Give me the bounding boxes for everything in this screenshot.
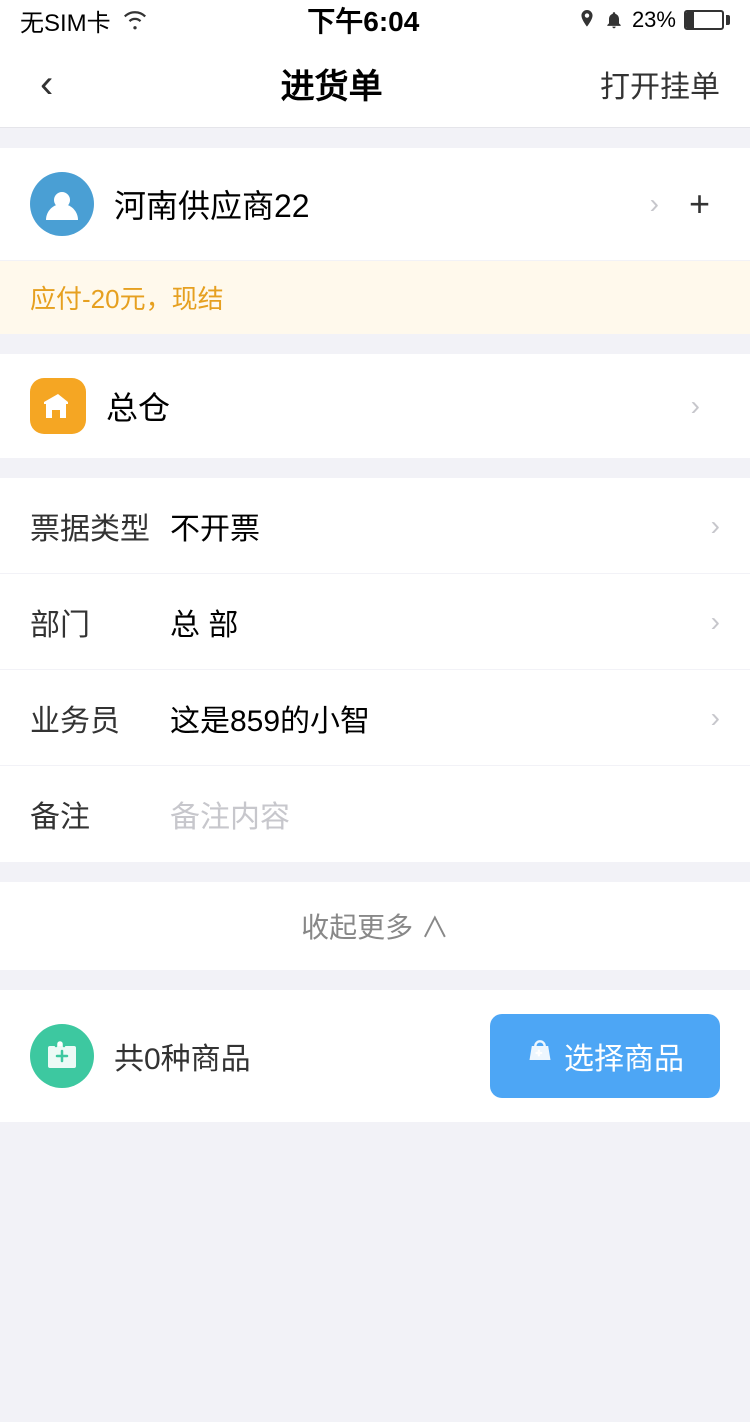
- add-button[interactable]: +: [679, 183, 720, 225]
- invoice-value: 不开票: [170, 504, 711, 548]
- department-label: 部门: [30, 600, 170, 644]
- status-right: 23%: [578, 7, 730, 33]
- select-product-label: 选择商品: [564, 1034, 684, 1078]
- battery-icon: [684, 10, 730, 30]
- salesman-label: 业务员: [30, 696, 170, 740]
- supplier-chevron: ›: [650, 188, 659, 220]
- supplier-row[interactable]: 河南供应商22 › +: [0, 148, 750, 261]
- salesman-chevron: ›: [711, 702, 720, 734]
- warehouse-name: 总仓: [106, 383, 691, 429]
- remark-row[interactable]: 备注 备注内容: [0, 766, 750, 862]
- page-background: [0, 1122, 750, 1422]
- status-bar: 无SIM卡 下午6:04 23%: [0, 0, 750, 40]
- collapse-text: 收起更多 ∧: [301, 906, 449, 946]
- location-icon: [578, 10, 596, 30]
- product-section: 共0种商品 选择商品: [0, 990, 750, 1122]
- select-product-icon: [526, 1039, 554, 1074]
- alarm-icon: [604, 10, 624, 30]
- form-section: 票据类型 不开票 › 部门 总 部 › 业务员 这是859的小智 › 备注 备注…: [0, 478, 750, 862]
- invoice-label: 票据类型: [30, 504, 170, 548]
- department-chevron: ›: [711, 606, 720, 638]
- carrier-text: 无SIM卡: [20, 3, 111, 38]
- open-pending-button[interactable]: 打开挂单: [600, 62, 720, 106]
- nav-bar: ‹ 进货单 打开挂单: [0, 40, 750, 128]
- status-carrier: 无SIM卡: [20, 3, 149, 38]
- back-button[interactable]: ‹: [30, 54, 63, 114]
- divider-1: [0, 128, 750, 148]
- product-icon-bg: [30, 1024, 94, 1088]
- warehouse-card: 总仓 ›: [0, 354, 750, 458]
- supplier-card: 河南供应商22 › + 应付-20元，现结: [0, 148, 750, 334]
- remark-placeholder: 备注内容: [170, 792, 720, 836]
- status-time: 下午6:04: [307, 0, 419, 40]
- supplier-avatar: [30, 172, 94, 236]
- product-icon: [44, 1038, 80, 1074]
- warehouse-row[interactable]: 总仓 ›: [0, 354, 750, 458]
- avatar-icon: [42, 184, 82, 224]
- remark-label: 备注: [30, 792, 170, 836]
- invoice-row[interactable]: 票据类型 不开票 ›: [0, 478, 750, 574]
- invoice-chevron: ›: [711, 510, 720, 542]
- warehouse-icon: [42, 390, 74, 422]
- notice-text: 应付-20元，现结: [30, 284, 224, 314]
- cart-add-icon: [526, 1039, 554, 1067]
- wifi-icon: [121, 10, 149, 30]
- department-value: 总 部: [170, 600, 711, 644]
- salesman-value: 这是859的小智: [170, 696, 711, 740]
- warehouse-chevron: ›: [691, 390, 700, 422]
- collapse-bar[interactable]: 收起更多 ∧: [0, 882, 750, 970]
- supplier-name: 河南供应商22: [114, 181, 650, 227]
- notice-bar: 应付-20元，现结: [0, 261, 750, 334]
- warehouse-icon-bg: [30, 378, 86, 434]
- product-count: 共0种商品: [114, 1034, 490, 1078]
- salesman-row[interactable]: 业务员 这是859的小智 ›: [0, 670, 750, 766]
- battery-percent: 23%: [632, 7, 676, 33]
- select-product-button[interactable]: 选择商品: [490, 1014, 720, 1098]
- page-title: 进货单: [281, 59, 383, 108]
- department-row[interactable]: 部门 总 部 ›: [0, 574, 750, 670]
